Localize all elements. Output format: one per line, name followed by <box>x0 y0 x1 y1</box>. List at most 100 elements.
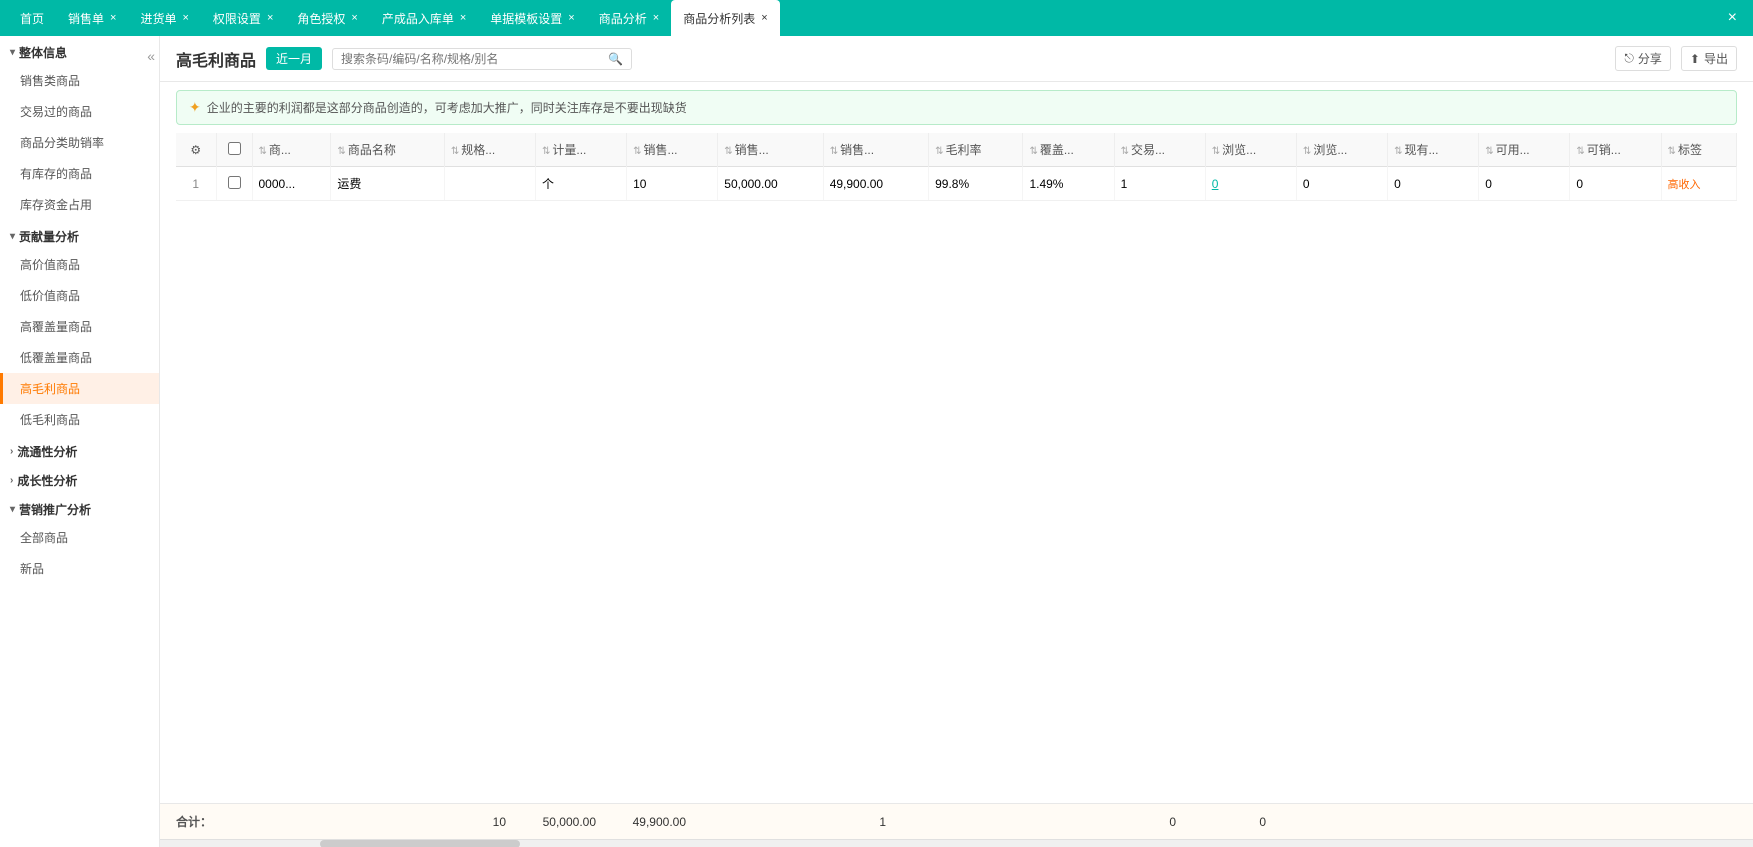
cell-spec <box>444 167 535 201</box>
sidebar-item-all-goods[interactable]: 全部商品 <box>0 522 159 553</box>
col-available[interactable]: ⇅可用... <box>1479 133 1570 167</box>
col-name[interactable]: ⇅商品名称 <box>331 133 444 167</box>
cell-index: 1 <box>176 167 216 201</box>
share-button[interactable]: ⎋ 分享 <box>1615 46 1671 71</box>
row-checkbox[interactable] <box>228 176 241 189</box>
filter-month-button[interactable]: 近一月 <box>266 47 322 70</box>
sidebar-item-high-coverage[interactable]: 高覆盖量商品 <box>0 311 159 342</box>
sidebar-collapse-button[interactable]: « <box>143 44 159 68</box>
arrow-icon-marketing: ▾ <box>10 504 15 515</box>
footer-sales-amount: 50,000.00 <box>522 815 602 829</box>
col-tag[interactable]: ⇅标签 <box>1661 133 1736 167</box>
arrow-icon-growth: › <box>10 475 13 486</box>
col-sales-amount[interactable]: ⇅销售... <box>718 133 823 167</box>
cell-tag: 高收入 <box>1661 167 1736 201</box>
table-row: 1 0000... 运费 个 10 50,000.00 49,900.00 99… <box>176 167 1737 201</box>
main-layout: « ▾ 整体信息 销售类商品 交易过的商品 商品分类助销率 有库存的商品 库存资… <box>0 36 1753 847</box>
cell-trade: 1 <box>1114 167 1205 201</box>
cell-coverage: 1.49% <box>1023 167 1114 201</box>
col-code[interactable]: ⇅商... <box>252 133 331 167</box>
close-product-analysis[interactable]: × <box>653 12 659 24</box>
sidebar-group-liquidity[interactable]: › 流通性分析 <box>0 435 159 464</box>
col-settings[interactable]: ⚙ <box>176 133 216 167</box>
sidebar-group-contribution[interactable]: ▾ 贡献量分析 <box>0 220 159 249</box>
nav-product-analysis[interactable]: 商品分析 × <box>587 0 671 36</box>
select-all-checkbox[interactable] <box>228 142 241 155</box>
nav-permission-settings[interactable]: 权限设置 × <box>201 0 285 36</box>
sidebar-item-high-value[interactable]: 高价值商品 <box>0 249 159 280</box>
cell-views1[interactable]: 0 <box>1205 167 1296 201</box>
nav-purchase-order[interactable]: 进货单 × <box>128 0 200 36</box>
col-coverage[interactable]: ⇅覆盖... <box>1023 133 1114 167</box>
sidebar-item-in-stock[interactable]: 有库存的商品 <box>0 158 159 189</box>
nav-sales-order[interactable]: 销售单 × <box>56 0 128 36</box>
col-spec[interactable]: ⇅规格... <box>444 133 535 167</box>
arrow-icon-contribution: ▾ <box>10 231 15 242</box>
col-sales-net[interactable]: ⇅销售... <box>823 133 928 167</box>
cell-unit: 个 <box>535 167 626 201</box>
horizontal-scrollbar-track[interactable] <box>160 839 1753 847</box>
cell-sellable: 0 <box>1570 167 1661 201</box>
sidebar-item-category-rate[interactable]: 商品分类助销率 <box>0 127 159 158</box>
cell-sales-net: 49,900.00 <box>823 167 928 201</box>
footer-current-stock: 0 <box>1102 815 1182 829</box>
close-all-button[interactable]: × <box>1720 9 1745 27</box>
sidebar: « ▾ 整体信息 销售类商品 交易过的商品 商品分类助销率 有库存的商品 库存资… <box>0 36 160 847</box>
share-icon: ⎋ <box>1624 51 1634 66</box>
close-template-settings[interactable]: × <box>568 12 574 24</box>
footer-label: 合计： <box>176 813 212 830</box>
content-area: 高毛利商品 近一月 🔍 ⎋ 分享 ⬆ 导出 ✦ 企业的主要的利润都是这部分商品创… <box>160 36 1753 847</box>
col-views2[interactable]: ⇅浏览... <box>1296 133 1387 167</box>
col-sellable[interactable]: ⇅可销... <box>1570 133 1661 167</box>
close-permission-settings[interactable]: × <box>267 12 273 24</box>
footer-sales-net: 49,900.00 <box>612 815 692 829</box>
export-button[interactable]: ⬆ 导出 <box>1681 46 1737 71</box>
cell-checkbox[interactable] <box>216 167 252 201</box>
sidebar-item-traded-goods[interactable]: 交易过的商品 <box>0 96 159 127</box>
close-sales-order[interactable]: × <box>110 12 116 24</box>
nav-product-inbound[interactable]: 产成品入库单 × <box>370 0 478 36</box>
sidebar-item-new-goods[interactable]: 新品 <box>0 553 159 584</box>
sidebar-item-sales-goods[interactable]: 销售类商品 <box>0 65 159 96</box>
col-sales-qty[interactable]: ⇅销售... <box>627 133 718 167</box>
sidebar-item-low-margin[interactable]: 低毛利商品 <box>0 404 159 435</box>
cell-name: 运费 <box>331 167 444 201</box>
cell-code: 0000... <box>252 167 331 201</box>
horizontal-scrollbar-thumb[interactable] <box>320 840 520 847</box>
footer-trade: 1 <box>812 815 892 829</box>
sidebar-item-high-margin[interactable]: 高毛利商品 <box>0 373 159 404</box>
cell-views2: 0 <box>1296 167 1387 201</box>
close-role-auth[interactable]: × <box>351 12 357 24</box>
col-views1[interactable]: ⇅浏览... <box>1205 133 1296 167</box>
nav-home[interactable]: 首页 <box>8 0 56 36</box>
sidebar-item-stock-capital[interactable]: 库存资金占用 <box>0 189 159 220</box>
close-product-inbound[interactable]: × <box>460 12 466 24</box>
table-container[interactable]: ⚙ ⇅商... ⇅商品名称 ⇅规格... ⇅计量... ⇅销售... ⇅销售..… <box>160 133 1753 803</box>
nav-role-auth[interactable]: 角色授权 × <box>285 0 369 36</box>
col-gross-margin[interactable]: ⇅毛利率 <box>929 133 1023 167</box>
sidebar-group-marketing[interactable]: ▾ 营销推广分析 <box>0 493 159 522</box>
search-icon[interactable]: 🔍 <box>608 52 623 66</box>
cell-current-stock: 0 <box>1388 167 1479 201</box>
cell-gross-margin: 99.8% <box>929 167 1023 201</box>
cell-available: 0 <box>1479 167 1570 201</box>
sidebar-item-low-coverage[interactable]: 低覆盖量商品 <box>0 342 159 373</box>
content-header: 高毛利商品 近一月 🔍 ⎋ 分享 ⬆ 导出 <box>160 36 1753 82</box>
close-purchase-order[interactable]: × <box>182 12 188 24</box>
sidebar-group-overall[interactable]: ▾ 整体信息 <box>0 36 159 65</box>
sidebar-group-growth[interactable]: › 成长性分析 <box>0 464 159 493</box>
nav-product-analysis-list[interactable]: 商品分析列表 × <box>671 0 779 36</box>
table-header-row: ⚙ ⇅商... ⇅商品名称 ⇅规格... ⇅计量... ⇅销售... ⇅销售..… <box>176 133 1737 167</box>
search-box[interactable]: 🔍 <box>332 48 632 70</box>
nav-template-settings[interactable]: 单据模板设置 × <box>478 0 586 36</box>
sidebar-item-low-value[interactable]: 低价值商品 <box>0 280 159 311</box>
search-input[interactable] <box>341 52 604 66</box>
col-unit[interactable]: ⇅计量... <box>535 133 626 167</box>
footer-bar: 合计： 10 50,000.00 49,900.00 1 0 0 <box>160 803 1753 839</box>
footer-sales-qty: 10 <box>432 815 512 829</box>
col-trade[interactable]: ⇅交易... <box>1114 133 1205 167</box>
cell-sales-amount: 50,000.00 <box>718 167 823 201</box>
close-product-analysis-list[interactable]: × <box>761 12 767 24</box>
cell-sales-qty: 10 <box>627 167 718 201</box>
col-current-stock[interactable]: ⇅现有... <box>1388 133 1479 167</box>
